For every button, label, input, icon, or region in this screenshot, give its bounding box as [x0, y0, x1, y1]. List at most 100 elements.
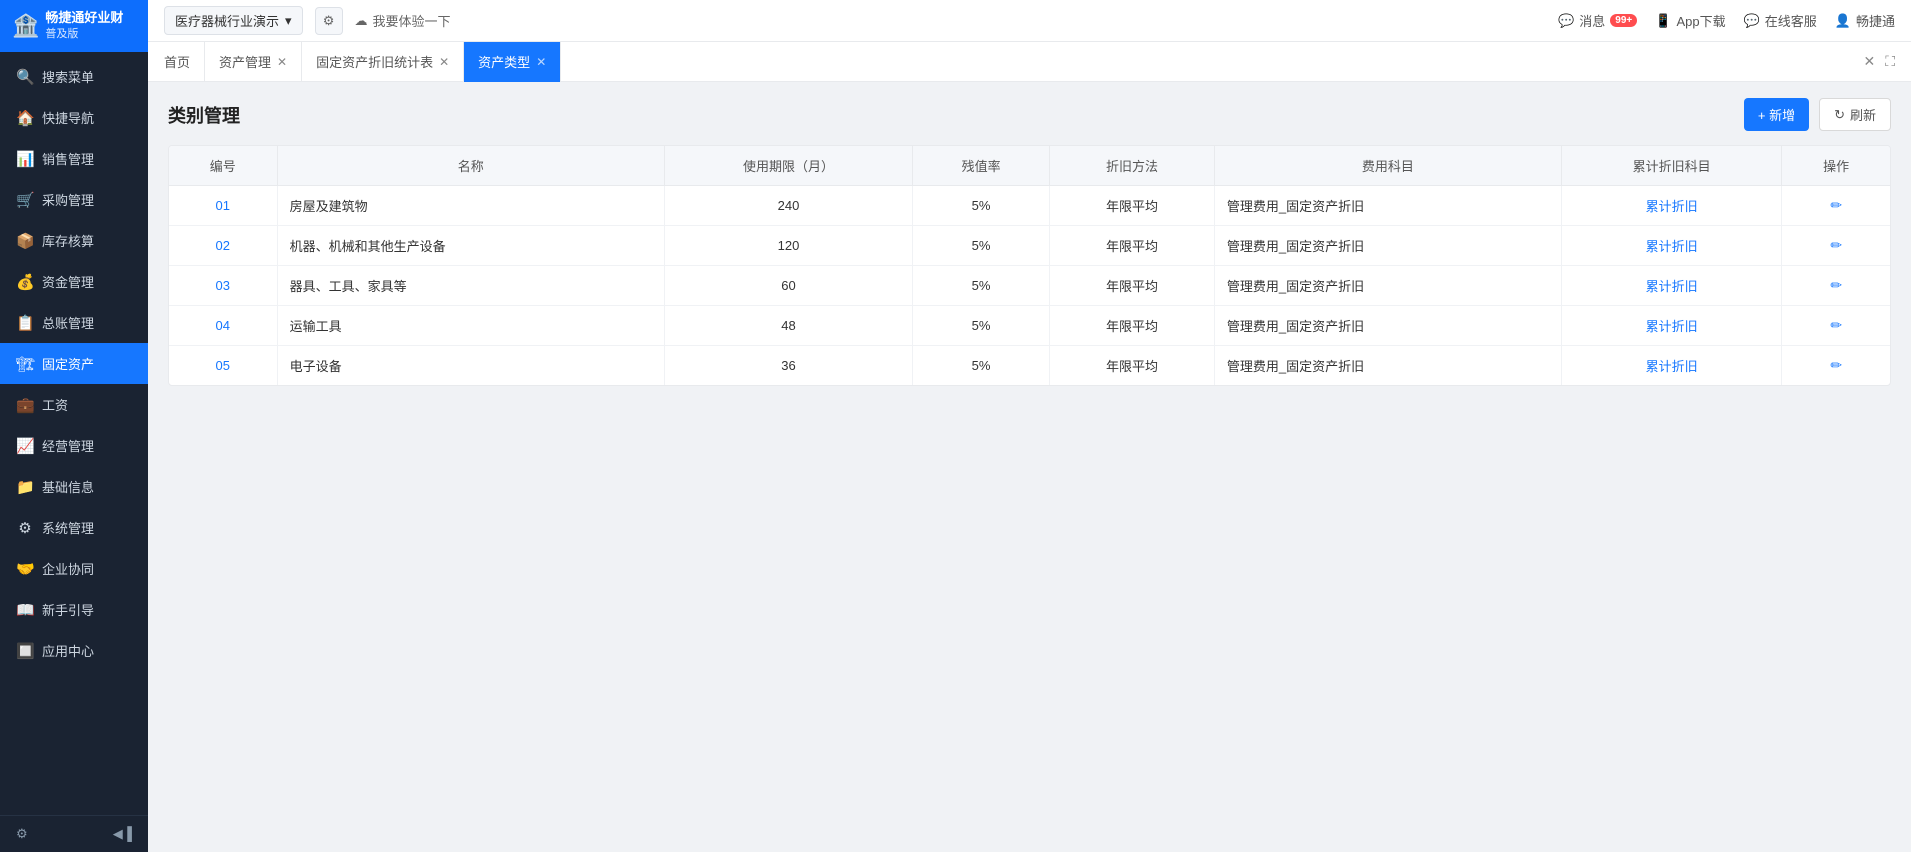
- cell-period: 120: [664, 226, 912, 266]
- operations-icon: 📈: [16, 437, 34, 455]
- cell-name: 电子设备: [277, 346, 664, 386]
- sidebar-item-apps[interactable]: 🔲应用中心: [0, 630, 148, 671]
- col-action: 操作: [1782, 146, 1890, 186]
- page-actions: + 新增 ↻ 刷新: [1744, 98, 1891, 131]
- sidebar-label-funds: 资金管理: [42, 272, 94, 291]
- tab-depreciation-label: 固定资产折旧统计表: [316, 52, 433, 71]
- collab-icon: 🤝: [16, 560, 34, 578]
- cell-accumulation: 累计折旧: [1561, 226, 1781, 266]
- tab-asset-type-label: 资产类型: [478, 52, 530, 71]
- sidebar-item-inventory[interactable]: 📦库存核算: [0, 220, 148, 261]
- basic-icon: 📁: [16, 478, 34, 496]
- cell-method: 年限平均: [1050, 306, 1215, 346]
- col-id: 编号: [169, 146, 277, 186]
- table-header: 编号 名称 使用期限（月） 残值率 折旧方法 费用科目 累计折旧科目 操作: [169, 146, 1890, 186]
- edit-button[interactable]: ✏: [1830, 317, 1842, 333]
- guide-icon: 📖: [16, 601, 34, 619]
- topbar: 医疗器械行业演示 ▾ ⚙ ☁ 我要体验一下 💬 消息 99+ 📱 App下载 💬…: [148, 0, 1911, 42]
- try-label: 我要体验一下: [373, 11, 451, 30]
- tab-home[interactable]: 首页: [164, 42, 204, 82]
- add-button[interactable]: + 新增: [1744, 98, 1809, 131]
- fixed-icon: 🏗: [16, 355, 34, 373]
- cell-action[interactable]: ✏: [1782, 346, 1890, 386]
- sidebar-item-operations[interactable]: 📈 经营管理: [0, 425, 148, 466]
- cell-residual: 5%: [913, 306, 1050, 346]
- cell-period: 48: [664, 306, 912, 346]
- app-download-label: App下载: [1676, 11, 1725, 30]
- cell-expense: 管理费用_固定资产折旧: [1214, 346, 1561, 386]
- settings-icon[interactable]: ⚙: [16, 826, 28, 842]
- close-window-icon[interactable]: ✕: [1863, 53, 1875, 70]
- cell-residual: 5%: [913, 266, 1050, 306]
- edit-button[interactable]: ✏: [1830, 237, 1842, 253]
- cell-expense: 管理费用_固定资产折旧: [1214, 266, 1561, 306]
- tab-depreciation-table[interactable]: 固定资产折旧统计表 ✕: [302, 42, 464, 82]
- sidebar-label-guide: 新手引导: [42, 600, 94, 619]
- cell-action[interactable]: ✏: [1782, 266, 1890, 306]
- system-icon: ⚙: [16, 519, 34, 537]
- sidebar-item-purchase[interactable]: 🛒采购管理: [0, 179, 148, 220]
- edit-button[interactable]: ✏: [1830, 197, 1842, 213]
- cell-expense: 管理费用_固定资产折旧: [1214, 306, 1561, 346]
- sidebar-item-basic[interactable]: 📁基础信息: [0, 466, 148, 507]
- tab-asset-type-close[interactable]: ✕: [536, 56, 546, 68]
- cloud-icon: ☁: [355, 13, 368, 29]
- sidebar-item-system[interactable]: ⚙系统管理: [0, 507, 148, 548]
- username-label: 畅捷通: [1856, 11, 1895, 30]
- try-experience-button[interactable]: ☁ 我要体验一下: [355, 11, 451, 30]
- cell-accumulation: 累计折旧: [1561, 186, 1781, 226]
- sidebar-label-sales: 销售管理: [42, 149, 94, 168]
- expand-window-icon[interactable]: ⛶: [1885, 53, 1895, 70]
- sidebar-label-fixed: 固定资产: [42, 354, 94, 373]
- tab-asset-mgmt[interactable]: 资产管理 ✕: [204, 42, 302, 82]
- sidebar-item-salary[interactable]: 💼工资: [0, 384, 148, 425]
- edit-button[interactable]: ✏: [1830, 357, 1842, 373]
- cell-action[interactable]: ✏: [1782, 306, 1890, 346]
- sidebar-label-operations: 经营管理: [42, 436, 94, 455]
- tab-asset-mgmt-close[interactable]: ✕: [277, 56, 287, 68]
- sidebar-item-quicknav[interactable]: 🏠快捷导航: [0, 97, 148, 138]
- refresh-button[interactable]: ↻ 刷新: [1819, 98, 1891, 131]
- service-icon: 💬: [1744, 13, 1760, 29]
- cell-accumulation: 累计折旧: [1561, 306, 1781, 346]
- main-wrapper: 医疗器械行业演示 ▾ ⚙ ☁ 我要体验一下 💬 消息 99+ 📱 App下载 💬…: [148, 0, 1911, 852]
- sidebar-label-ledger: 总账管理: [42, 313, 94, 332]
- chevron-down-icon: ▾: [285, 13, 292, 29]
- edit-button[interactable]: ✏: [1830, 277, 1842, 293]
- cell-action[interactable]: ✏: [1782, 226, 1890, 266]
- cell-name: 房屋及建筑物: [277, 186, 664, 226]
- refresh-icon: ↻: [1834, 107, 1845, 123]
- cell-id: 01: [169, 186, 277, 226]
- tab-home-label: 首页: [164, 52, 190, 71]
- page-title: 类别管理: [168, 102, 240, 128]
- app-download-button[interactable]: 📱 App下载: [1655, 11, 1725, 30]
- topbar-right: 💬 消息 99+ 📱 App下载 💬 在线客服 👤 畅捷通: [1558, 11, 1895, 30]
- sidebar-item-sales[interactable]: 📊 销售管理: [0, 138, 148, 179]
- sidebar-item-fixed[interactable]: 🏗 固定资产: [0, 343, 148, 384]
- user-menu-button[interactable]: 👤 畅捷通: [1835, 11, 1895, 30]
- sidebar-item-ledger[interactable]: 📋总账管理: [0, 302, 148, 343]
- cell-expense: 管理费用_固定资产折旧: [1214, 226, 1561, 266]
- tab-depreciation-close[interactable]: ✕: [439, 56, 449, 68]
- table-row: 01 房屋及建筑物 240 5% 年限平均 管理费用_固定资产折旧 累计折旧 ✏: [169, 186, 1890, 226]
- cell-method: 年限平均: [1050, 346, 1215, 386]
- message-button[interactable]: 💬 消息 99+: [1558, 11, 1637, 30]
- cell-method: 年限平均: [1050, 226, 1215, 266]
- message-badge: 99+: [1610, 14, 1637, 27]
- table-row: 02 机器、机械和其他生产设备 120 5% 年限平均 管理费用_固定资产折旧 …: [169, 226, 1890, 266]
- sidebar-item-funds[interactable]: 💰资金管理: [0, 261, 148, 302]
- company-selector[interactable]: 医疗器械行业演示 ▾: [164, 6, 303, 35]
- col-period: 使用期限（月）: [664, 146, 912, 186]
- cell-method: 年限平均: [1050, 266, 1215, 306]
- online-service-button[interactable]: 💬 在线客服: [1744, 11, 1817, 30]
- cell-action[interactable]: ✏: [1782, 186, 1890, 226]
- sidebar-item-search[interactable]: 🔍搜索菜单: [0, 56, 148, 97]
- sidebar-item-collab[interactable]: 🤝企业协同: [0, 548, 148, 589]
- topbar-settings-button[interactable]: ⚙: [315, 7, 343, 35]
- sales-icon: 📊: [16, 150, 34, 168]
- collapse-icon[interactable]: ◀▐: [113, 826, 132, 842]
- cell-name: 运输工具: [277, 306, 664, 346]
- sidebar-item-guide[interactable]: 📖 新手引导: [0, 589, 148, 630]
- table-row: 04 运输工具 48 5% 年限平均 管理费用_固定资产折旧 累计折旧 ✏: [169, 306, 1890, 346]
- tab-asset-type[interactable]: 资产类型 ✕: [464, 42, 561, 82]
